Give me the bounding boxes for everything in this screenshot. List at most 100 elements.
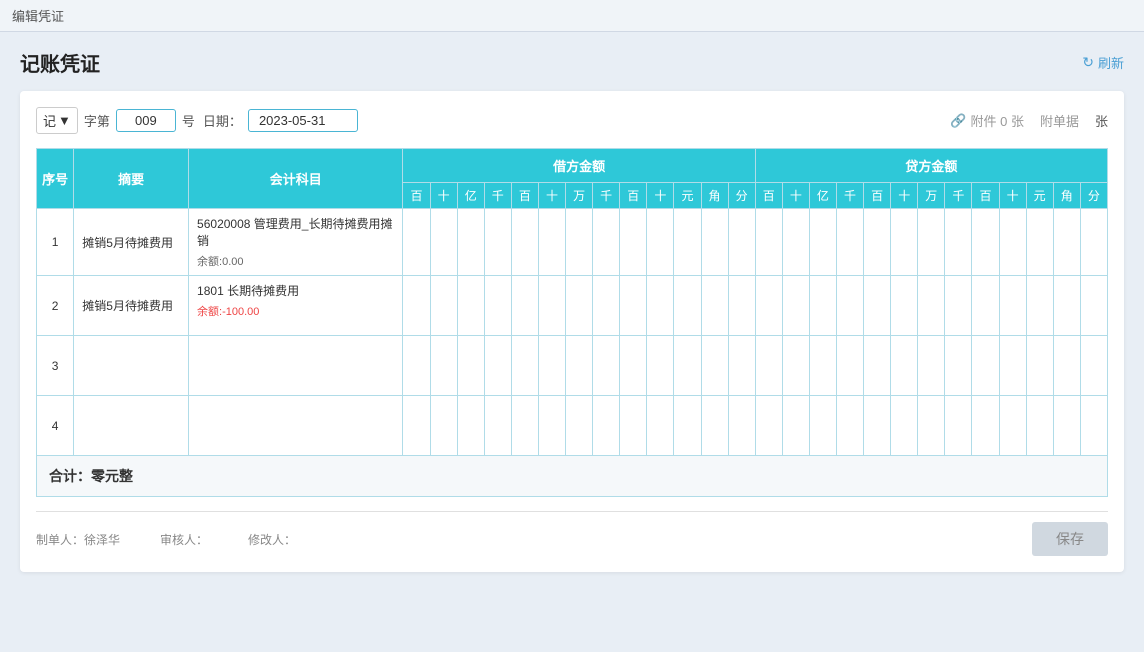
debit-digit-2-2[interactable] [457, 336, 484, 396]
credit-digit-2-5[interactable] [891, 336, 918, 396]
attachment-link[interactable]: 🔗 附件 0 张 [950, 111, 1024, 130]
credit-digit-1-2[interactable] [809, 276, 836, 336]
credit-digit-1-9[interactable] [999, 276, 1026, 336]
row-summary-1[interactable]: 摊销5月待摊费用 [74, 276, 189, 336]
debit-digit-2-7[interactable] [593, 336, 620, 396]
debit-digit-1-4[interactable] [511, 276, 538, 336]
debit-digit-1-12[interactable] [728, 276, 755, 336]
credit-digit-2-3[interactable] [836, 336, 863, 396]
debit-digit-0-6[interactable] [566, 209, 593, 276]
debit-digit-2-10[interactable] [674, 336, 701, 396]
credit-digit-3-7[interactable] [945, 396, 972, 456]
date-input[interactable] [248, 109, 358, 132]
debit-digit-1-11[interactable] [701, 276, 728, 336]
ji-select[interactable]: 记 ▼ [36, 107, 78, 134]
credit-digit-1-4[interactable] [864, 276, 891, 336]
debit-digit-3-2[interactable] [457, 396, 484, 456]
debit-digit-0-5[interactable] [538, 209, 565, 276]
debit-digit-3-7[interactable] [593, 396, 620, 456]
row-account-1[interactable]: 1801 长期待摊费用余额:-100.00 [189, 276, 403, 336]
credit-digit-3-8[interactable] [972, 396, 999, 456]
credit-digit-3-9[interactable] [999, 396, 1026, 456]
credit-digit-2-6[interactable] [918, 336, 945, 396]
credit-digit-0-6[interactable] [918, 209, 945, 276]
debit-digit-3-9[interactable] [647, 396, 674, 456]
debit-digit-0-1[interactable] [430, 209, 457, 276]
debit-digit-3-4[interactable] [511, 396, 538, 456]
debit-digit-0-2[interactable] [457, 209, 484, 276]
debit-digit-1-0[interactable] [403, 276, 430, 336]
debit-digit-2-3[interactable] [484, 336, 511, 396]
debit-digit-1-2[interactable] [457, 276, 484, 336]
credit-digit-0-3[interactable] [836, 209, 863, 276]
debit-digit-2-5[interactable] [538, 336, 565, 396]
debit-digit-1-1[interactable] [430, 276, 457, 336]
credit-digit-1-5[interactable] [891, 276, 918, 336]
credit-digit-1-10[interactable] [1026, 276, 1053, 336]
row-account-0[interactable]: 56020008 管理费用_长期待摊费用摊销余额:0.00 [189, 209, 403, 276]
debit-digit-3-11[interactable] [701, 396, 728, 456]
credit-digit-3-0[interactable] [755, 396, 782, 456]
credit-digit-0-5[interactable] [891, 209, 918, 276]
credit-digit-0-2[interactable] [809, 209, 836, 276]
debit-digit-1-10[interactable] [674, 276, 701, 336]
debit-digit-1-8[interactable] [620, 276, 647, 336]
debit-digit-3-1[interactable] [430, 396, 457, 456]
refresh-button[interactable]: ↻ 刷新 [1082, 53, 1124, 72]
debit-digit-3-5[interactable] [538, 396, 565, 456]
debit-digit-3-3[interactable] [484, 396, 511, 456]
debit-digit-2-6[interactable] [566, 336, 593, 396]
credit-digit-1-12[interactable] [1080, 276, 1107, 336]
credit-digit-0-4[interactable] [864, 209, 891, 276]
credit-digit-3-2[interactable] [809, 396, 836, 456]
credit-digit-2-7[interactable] [945, 336, 972, 396]
debit-digit-1-3[interactable] [484, 276, 511, 336]
credit-digit-2-2[interactable] [809, 336, 836, 396]
credit-digit-3-1[interactable] [782, 396, 809, 456]
debit-digit-2-1[interactable] [430, 336, 457, 396]
credit-digit-3-10[interactable] [1026, 396, 1053, 456]
credit-digit-1-11[interactable] [1053, 276, 1080, 336]
credit-digit-2-1[interactable] [782, 336, 809, 396]
debit-digit-0-9[interactable] [647, 209, 674, 276]
debit-digit-0-12[interactable] [728, 209, 755, 276]
voucher-number-input[interactable] [116, 109, 176, 132]
credit-digit-0-11[interactable] [1053, 209, 1080, 276]
debit-digit-3-8[interactable] [620, 396, 647, 456]
credit-digit-0-10[interactable] [1026, 209, 1053, 276]
row-summary-3[interactable] [74, 396, 189, 456]
debit-digit-1-5[interactable] [538, 276, 565, 336]
credit-digit-2-8[interactable] [972, 336, 999, 396]
credit-digit-2-10[interactable] [1026, 336, 1053, 396]
credit-digit-1-8[interactable] [972, 276, 999, 336]
credit-digit-0-1[interactable] [782, 209, 809, 276]
debit-digit-1-7[interactable] [593, 276, 620, 336]
debit-digit-0-4[interactable] [511, 209, 538, 276]
credit-digit-3-12[interactable] [1080, 396, 1107, 456]
credit-digit-2-0[interactable] [755, 336, 782, 396]
row-account-3[interactable] [189, 396, 403, 456]
debit-digit-2-9[interactable] [647, 336, 674, 396]
debit-digit-0-3[interactable] [484, 209, 511, 276]
debit-digit-0-8[interactable] [620, 209, 647, 276]
row-summary-2[interactable] [74, 336, 189, 396]
credit-digit-0-9[interactable] [999, 209, 1026, 276]
credit-digit-2-9[interactable] [999, 336, 1026, 396]
credit-digit-1-7[interactable] [945, 276, 972, 336]
credit-digit-2-4[interactable] [864, 336, 891, 396]
credit-digit-2-11[interactable] [1053, 336, 1080, 396]
credit-digit-1-0[interactable] [755, 276, 782, 336]
debit-digit-2-8[interactable] [620, 336, 647, 396]
row-summary-0[interactable]: 摊销5月待摊费用 [74, 209, 189, 276]
credit-digit-3-11[interactable] [1053, 396, 1080, 456]
credit-digit-3-3[interactable] [836, 396, 863, 456]
credit-digit-0-0[interactable] [755, 209, 782, 276]
credit-digit-0-7[interactable] [945, 209, 972, 276]
credit-digit-1-3[interactable] [836, 276, 863, 336]
debit-digit-0-10[interactable] [674, 209, 701, 276]
credit-digit-0-12[interactable] [1080, 209, 1107, 276]
debit-digit-2-12[interactable] [728, 336, 755, 396]
debit-digit-3-10[interactable] [674, 396, 701, 456]
credit-digit-1-6[interactable] [918, 276, 945, 336]
debit-digit-0-7[interactable] [593, 209, 620, 276]
